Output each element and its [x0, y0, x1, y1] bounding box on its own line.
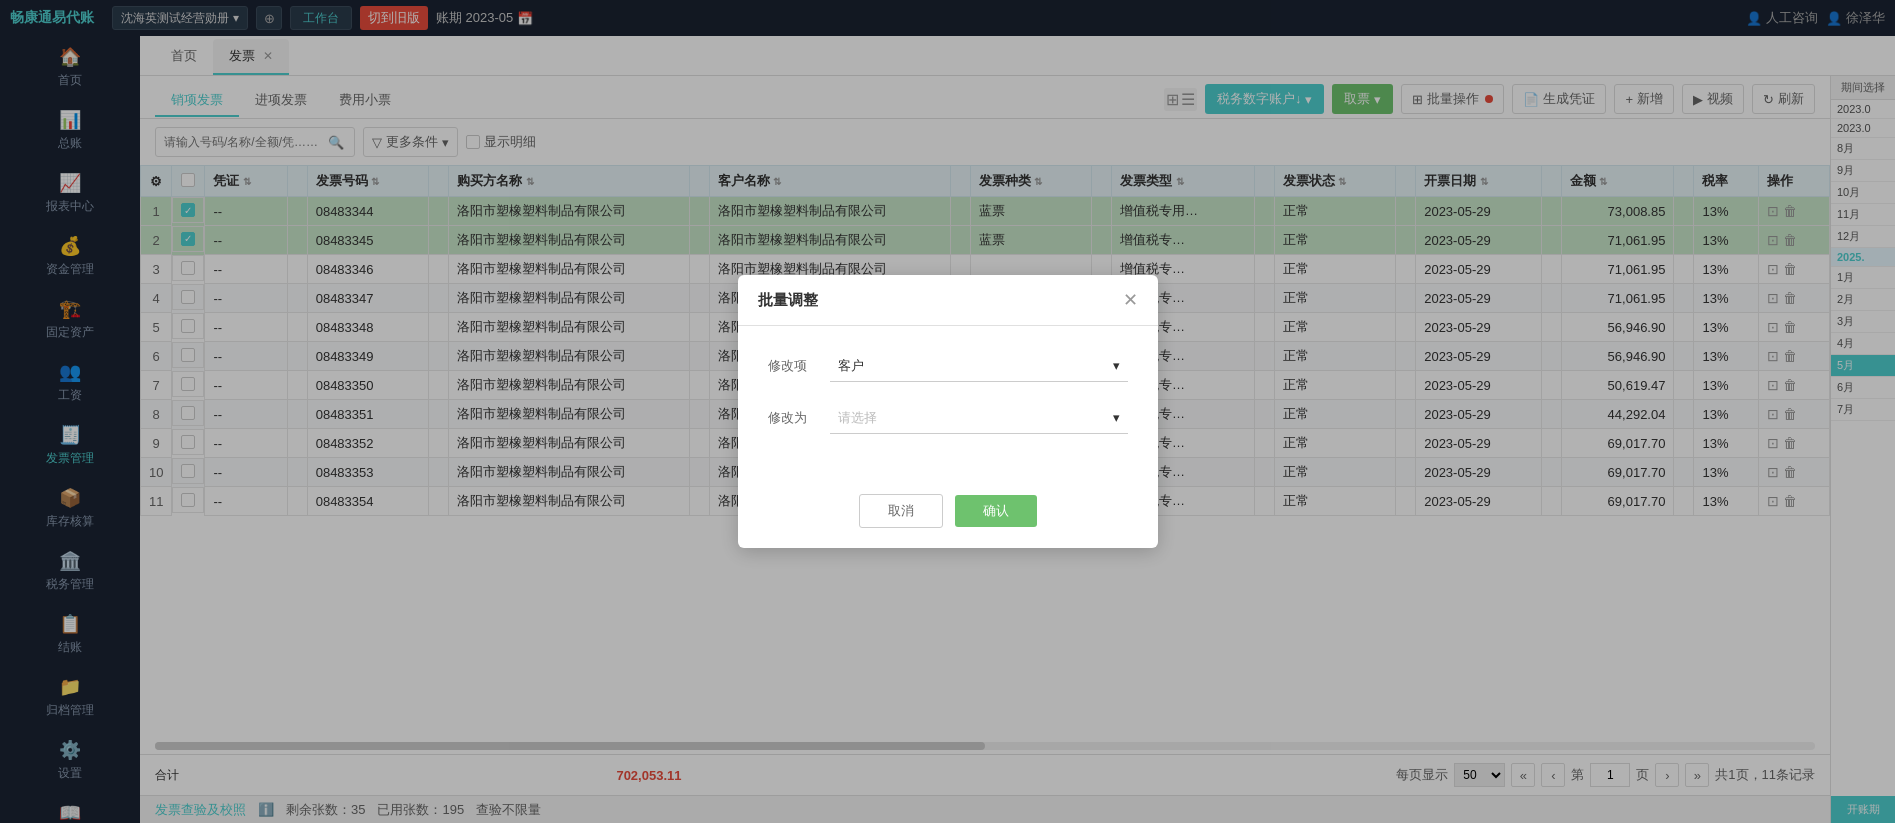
modal-header: 批量调整 ✕	[738, 275, 1158, 326]
modal-overlay: 批量调整 ✕ 修改项 客户 ▾ 修改为 请选择 ▾ 取消 确认	[0, 0, 1895, 823]
modal-cancel-btn[interactable]: 取消	[859, 494, 943, 528]
modal-modify-row: 修改为 请选择 ▾	[768, 402, 1128, 434]
modal-field-row: 修改项 客户 ▾	[768, 350, 1128, 382]
modal-modify-select[interactable]: 请选择 ▾	[830, 402, 1128, 434]
modal-title: 批量调整	[758, 291, 818, 310]
modal-body: 修改项 客户 ▾ 修改为 请选择 ▾	[738, 326, 1158, 478]
modal-close-btn[interactable]: ✕	[1123, 289, 1138, 311]
batch-adjust-modal: 批量调整 ✕ 修改项 客户 ▾ 修改为 请选择 ▾ 取消 确认	[738, 275, 1158, 548]
modal-modify-label: 修改为	[768, 409, 818, 427]
modal-field-value: 客户	[838, 357, 864, 375]
modal-field-label: 修改项	[768, 357, 818, 375]
modal-footer: 取消 确认	[738, 478, 1158, 548]
modal-confirm-btn[interactable]: 确认	[955, 495, 1037, 527]
modal-modify-placeholder: 请选择	[838, 409, 877, 427]
modal-field-dropdown-icon: ▾	[1113, 358, 1120, 373]
modal-field-select[interactable]: 客户 ▾	[830, 350, 1128, 382]
modal-modify-dropdown-icon: ▾	[1113, 410, 1120, 425]
